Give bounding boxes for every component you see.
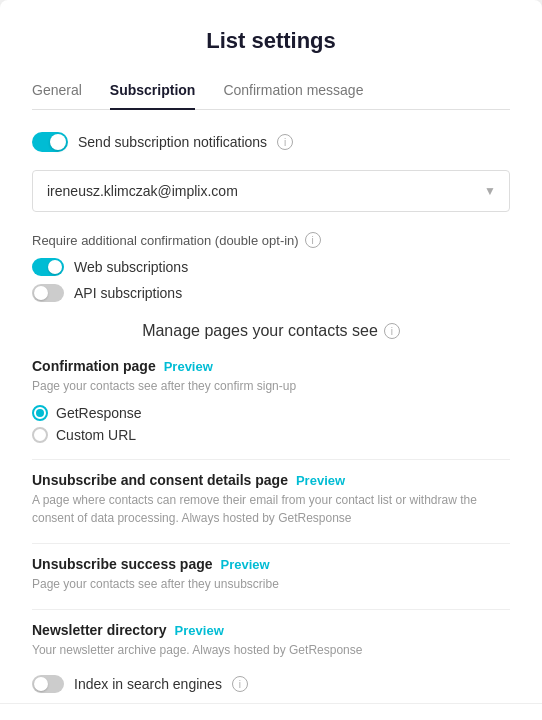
web-subscriptions-row: Web subscriptions — [32, 258, 510, 276]
divider-1 — [32, 459, 510, 460]
footer: Cancel Save subscription settings — [0, 703, 542, 720]
confirmation-page-section: Confirmation page Preview Page your cont… — [32, 358, 510, 443]
tabs: General Subscription Confirmation messag… — [32, 72, 510, 110]
send-notifications-row: Send subscription notifications i — [32, 132, 510, 152]
api-subscriptions-toggle[interactable] — [32, 284, 64, 302]
send-notifications-info-icon[interactable]: i — [277, 134, 293, 150]
confirmation-page-desc: Page your contacts see after they confir… — [32, 377, 510, 395]
divider-3 — [32, 609, 510, 610]
send-notifications-toggle[interactable] — [32, 132, 68, 152]
index-search-engines-label: Index in search engines — [74, 676, 222, 692]
unsubscribe-success-desc: Page your contacts see after they unsubs… — [32, 575, 510, 593]
newsletter-directory-title-row: Newsletter directory Preview — [32, 622, 510, 638]
unsubscribe-consent-desc: A page where contacts can remove their e… — [32, 491, 510, 527]
newsletter-directory-desc: Your newsletter archive page. Always hos… — [32, 641, 510, 659]
index-search-engines-toggle[interactable] — [32, 675, 64, 693]
api-subscriptions-row: API subscriptions — [32, 284, 510, 302]
email-select-wrap: ireneusz.klimczak@implix.com ▼ — [32, 170, 510, 212]
unsubscribe-consent-section: Unsubscribe and consent details page Pre… — [32, 472, 510, 527]
radio-getresponse-label: GetResponse — [56, 405, 142, 421]
confirmation-page-title-row: Confirmation page Preview — [32, 358, 510, 374]
index-toggle-thumb — [34, 677, 48, 691]
require-confirmation-row: Require additional confirmation (double … — [32, 232, 510, 248]
modal-title: List settings — [0, 0, 542, 54]
web-subscriptions-label: Web subscriptions — [74, 259, 188, 275]
confirmation-page-preview-link[interactable]: Preview — [164, 359, 213, 374]
newsletter-directory-preview-link[interactable]: Preview — [175, 623, 224, 638]
newsletter-directory-section: Newsletter directory Preview Your newsle… — [32, 622, 510, 659]
tab-subscription[interactable]: Subscription — [110, 72, 196, 110]
require-confirmation-info-icon[interactable]: i — [305, 232, 321, 248]
content-area: Send subscription notifications i ireneu… — [0, 110, 542, 703]
send-notifications-label: Send subscription notifications — [78, 134, 267, 150]
api-toggle-thumb — [34, 286, 48, 300]
web-subscriptions-toggle[interactable] — [32, 258, 64, 276]
toggle-thumb — [50, 134, 66, 150]
manage-pages-info-icon[interactable]: i — [384, 323, 400, 339]
radio-custom-url-label: Custom URL — [56, 427, 136, 443]
email-select[interactable]: ireneusz.klimczak@implix.com — [32, 170, 510, 212]
index-search-engines-info-icon[interactable]: i — [232, 676, 248, 692]
tab-general[interactable]: General — [32, 72, 82, 110]
modal: List settings General Subscription Confi… — [0, 0, 542, 720]
index-search-engines-row: Index in search engines i — [32, 675, 510, 693]
radio-getresponse-row: GetResponse — [32, 405, 510, 421]
unsubscribe-success-section: Unsubscribe success page Preview Page yo… — [32, 556, 510, 593]
web-toggle-thumb — [48, 260, 62, 274]
manage-pages-heading: Manage pages your contacts see i — [32, 322, 510, 340]
unsubscribe-consent-preview-link[interactable]: Preview — [296, 473, 345, 488]
radio-getresponse[interactable] — [32, 405, 48, 421]
unsubscribe-consent-title-row: Unsubscribe and consent details page Pre… — [32, 472, 510, 488]
radio-custom-url-row: Custom URL — [32, 427, 510, 443]
unsubscribe-success-preview-link[interactable]: Preview — [221, 557, 270, 572]
radio-custom-url[interactable] — [32, 427, 48, 443]
divider-2 — [32, 543, 510, 544]
unsubscribe-success-title-row: Unsubscribe success page Preview — [32, 556, 510, 572]
api-subscriptions-label: API subscriptions — [74, 285, 182, 301]
tab-confirmation-message[interactable]: Confirmation message — [223, 72, 363, 110]
